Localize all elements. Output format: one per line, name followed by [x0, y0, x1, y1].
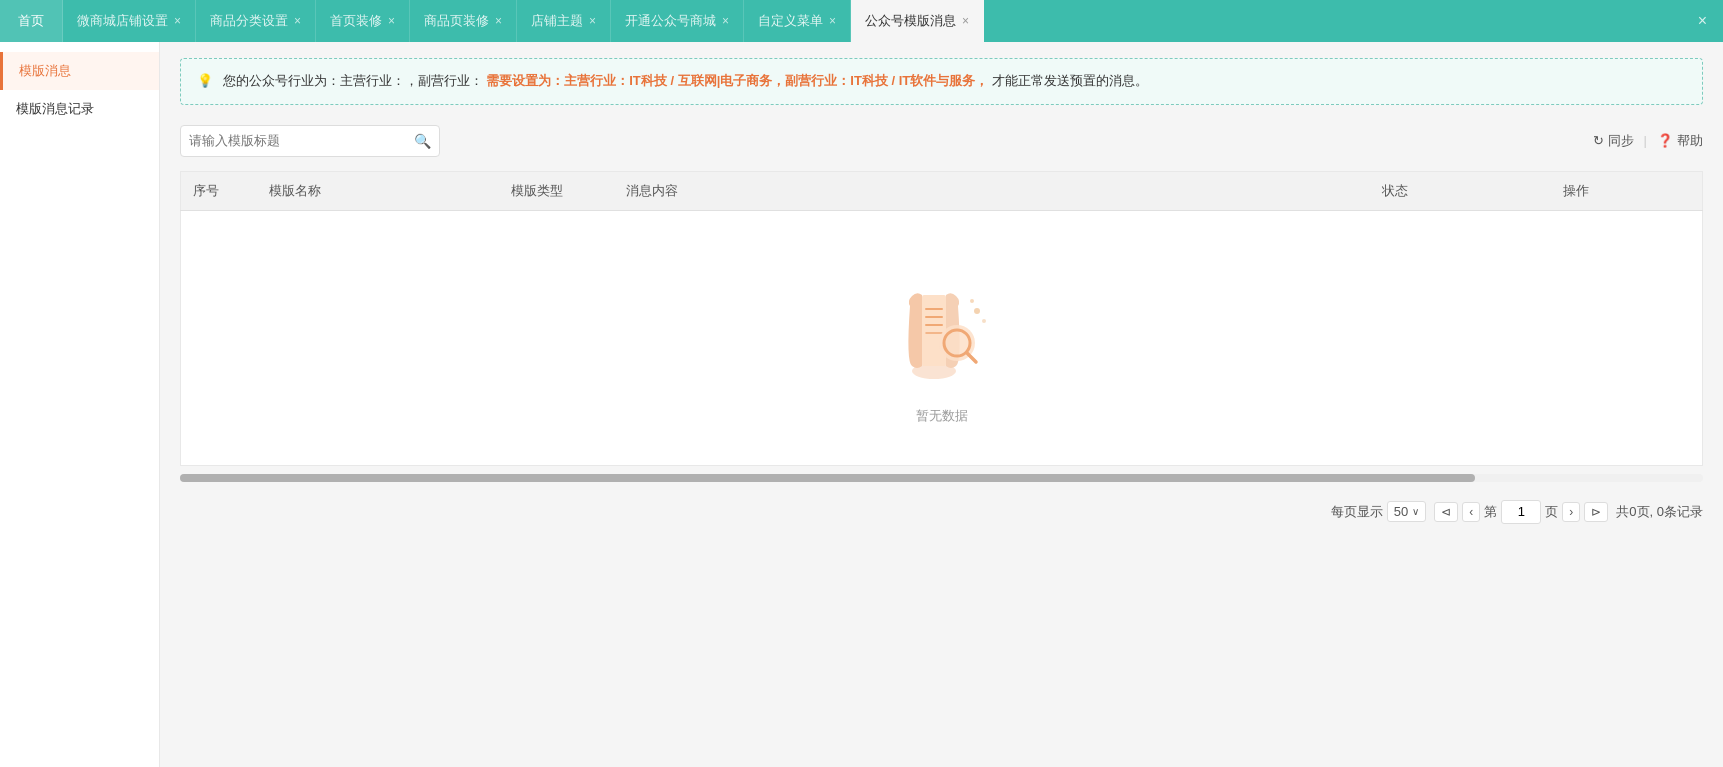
col-content: 消息内容	[614, 171, 1370, 210]
search-icon[interactable]: 🔍	[414, 133, 431, 149]
col-name: 模版名称	[257, 171, 499, 210]
page-navigation: ⊲ ‹ 第 页 › ⊳	[1434, 500, 1608, 524]
first-page-button[interactable]: ⊲	[1434, 502, 1458, 522]
next-page-button[interactable]: ›	[1562, 502, 1580, 522]
nav-tab-home[interactable]: 首页	[0, 0, 63, 42]
search-input-wrapper: 🔍	[180, 125, 440, 157]
col-status: 状态	[1370, 171, 1551, 210]
sync-icon: ↻	[1593, 133, 1604, 148]
chevron-down-icon: ∨	[1412, 506, 1419, 517]
svg-rect-1	[922, 295, 946, 366]
right-actions: ↻ 同步 | ❓ 帮助	[1593, 132, 1703, 150]
tab-label: 公众号模版消息	[865, 12, 956, 30]
data-table: 序号 模版名称 模版类型 消息内容 状态 操作	[180, 171, 1703, 466]
tab-label: 首页装修	[330, 12, 382, 30]
main-content: 💡 您的公众号行业为：主营行业：，副营行业： 需要设置为：主营行业：IT科技 /…	[160, 42, 1723, 767]
tab-label: 店铺主题	[531, 12, 583, 30]
tab-label: 商品分类设置	[210, 12, 288, 30]
divider: |	[1644, 133, 1647, 148]
table-header-row: 序号 模版名称 模版类型 消息内容 状态 操作	[181, 171, 1703, 210]
sidebar-item-template-message[interactable]: 模版消息	[0, 52, 159, 90]
notice-prefix: 您的公众号行业为：主营行业：，副营行业：	[223, 73, 483, 88]
last-page-button[interactable]: ⊳	[1584, 502, 1608, 522]
bulb-icon: 💡	[197, 73, 213, 88]
page-number-input[interactable]	[1501, 500, 1541, 524]
horizontal-scrollbar[interactable]	[180, 474, 1703, 482]
nav-tab-template-msg[interactable]: 公众号模版消息 ×	[851, 0, 984, 42]
per-page-label: 每页显示	[1331, 503, 1383, 521]
sidebar-item-template-message-records[interactable]: 模版消息记录	[0, 90, 159, 128]
empty-text: 暂无数据	[916, 407, 968, 425]
col-index: 序号	[181, 171, 257, 210]
nav-tab-product-decor[interactable]: 商品页装修 ×	[410, 0, 517, 42]
col-type: 模版类型	[499, 171, 614, 210]
close-custom-menu-icon[interactable]: ×	[829, 14, 836, 28]
search-bar: 🔍 ↻ 同步 | ❓ 帮助	[180, 125, 1703, 157]
empty-state: 暂无数据	[181, 211, 1702, 465]
sidebar: 模版消息 模版消息记录	[0, 42, 160, 767]
help-label: 帮助	[1677, 132, 1703, 150]
sidebar-item-label: 模版消息	[19, 63, 71, 78]
page-unit: 页	[1545, 503, 1558, 521]
per-page-value: 50	[1394, 504, 1408, 519]
home-tab-label: 首页	[18, 12, 44, 30]
close-shop-settings-icon[interactable]: ×	[174, 14, 181, 28]
per-page-selector: 每页显示 50 ∨	[1331, 501, 1426, 522]
close-open-mall-icon[interactable]: ×	[722, 14, 729, 28]
sidebar-item-label: 模版消息记录	[16, 101, 94, 116]
svg-point-11	[970, 299, 974, 303]
svg-line-8	[967, 353, 976, 362]
page-prefix: 第	[1484, 503, 1497, 521]
help-button[interactable]: ❓ 帮助	[1657, 132, 1703, 150]
notice-highlight: 需要设置为：主营行业：IT科技 / 互联网|电子商务，副营行业：IT科技 / I…	[486, 73, 988, 88]
empty-row: 暂无数据	[181, 210, 1703, 465]
tab-label: 开通公众号商城	[625, 12, 716, 30]
notice-suffix: 才能正常发送预置的消息。	[992, 73, 1148, 88]
prev-page-button[interactable]: ‹	[1462, 502, 1480, 522]
scrollbar-thumb[interactable]	[180, 474, 1475, 482]
close-all-button[interactable]: ×	[1682, 12, 1723, 30]
tab-label: 商品页装修	[424, 12, 489, 30]
nav-tab-shop-settings[interactable]: 微商城店铺设置 ×	[63, 0, 196, 42]
col-actions: 操作	[1551, 171, 1702, 210]
pagination: 每页显示 50 ∨ ⊲ ‹ 第 页 › ⊳ 共0页, 0条记录	[180, 490, 1703, 534]
nav-tab-custom-menu[interactable]: 自定义菜单 ×	[744, 0, 851, 42]
svg-point-10	[982, 319, 986, 323]
top-navigation: 首页 微商城店铺设置 × 商品分类设置 × 首页装修 × 商品页装修 × 店铺主…	[0, 0, 1723, 42]
close-product-decor-icon[interactable]: ×	[495, 14, 502, 28]
svg-point-9	[974, 308, 980, 314]
close-product-category-icon[interactable]: ×	[294, 14, 301, 28]
nav-tab-shop-theme[interactable]: 店铺主题 ×	[517, 0, 611, 42]
close-template-msg-icon[interactable]: ×	[962, 14, 969, 28]
close-shop-theme-icon[interactable]: ×	[589, 14, 596, 28]
nav-tab-product-category[interactable]: 商品分类设置 ×	[196, 0, 316, 42]
notice-box: 💡 您的公众号行业为：主营行业：，副营行业： 需要设置为：主营行业：IT科技 /…	[180, 58, 1703, 105]
empty-illustration	[882, 271, 1002, 391]
tab-label: 自定义菜单	[758, 12, 823, 30]
nav-tab-open-mall[interactable]: 开通公众号商城 ×	[611, 0, 744, 42]
search-input[interactable]	[189, 133, 414, 148]
nav-tab-home-decor[interactable]: 首页装修 ×	[316, 0, 410, 42]
page-layout: 模版消息 模版消息记录 💡 您的公众号行业为：主营行业：，副营行业： 需要设置为…	[0, 42, 1723, 767]
help-icon: ❓	[1657, 133, 1673, 148]
total-info: 共0页, 0条记录	[1616, 503, 1703, 521]
tab-label: 微商城店铺设置	[77, 12, 168, 30]
sync-label: 同步	[1608, 132, 1634, 150]
per-page-dropdown[interactable]: 50 ∨	[1387, 501, 1426, 522]
close-home-decor-icon[interactable]: ×	[388, 14, 395, 28]
sync-button[interactable]: ↻ 同步	[1593, 132, 1634, 150]
